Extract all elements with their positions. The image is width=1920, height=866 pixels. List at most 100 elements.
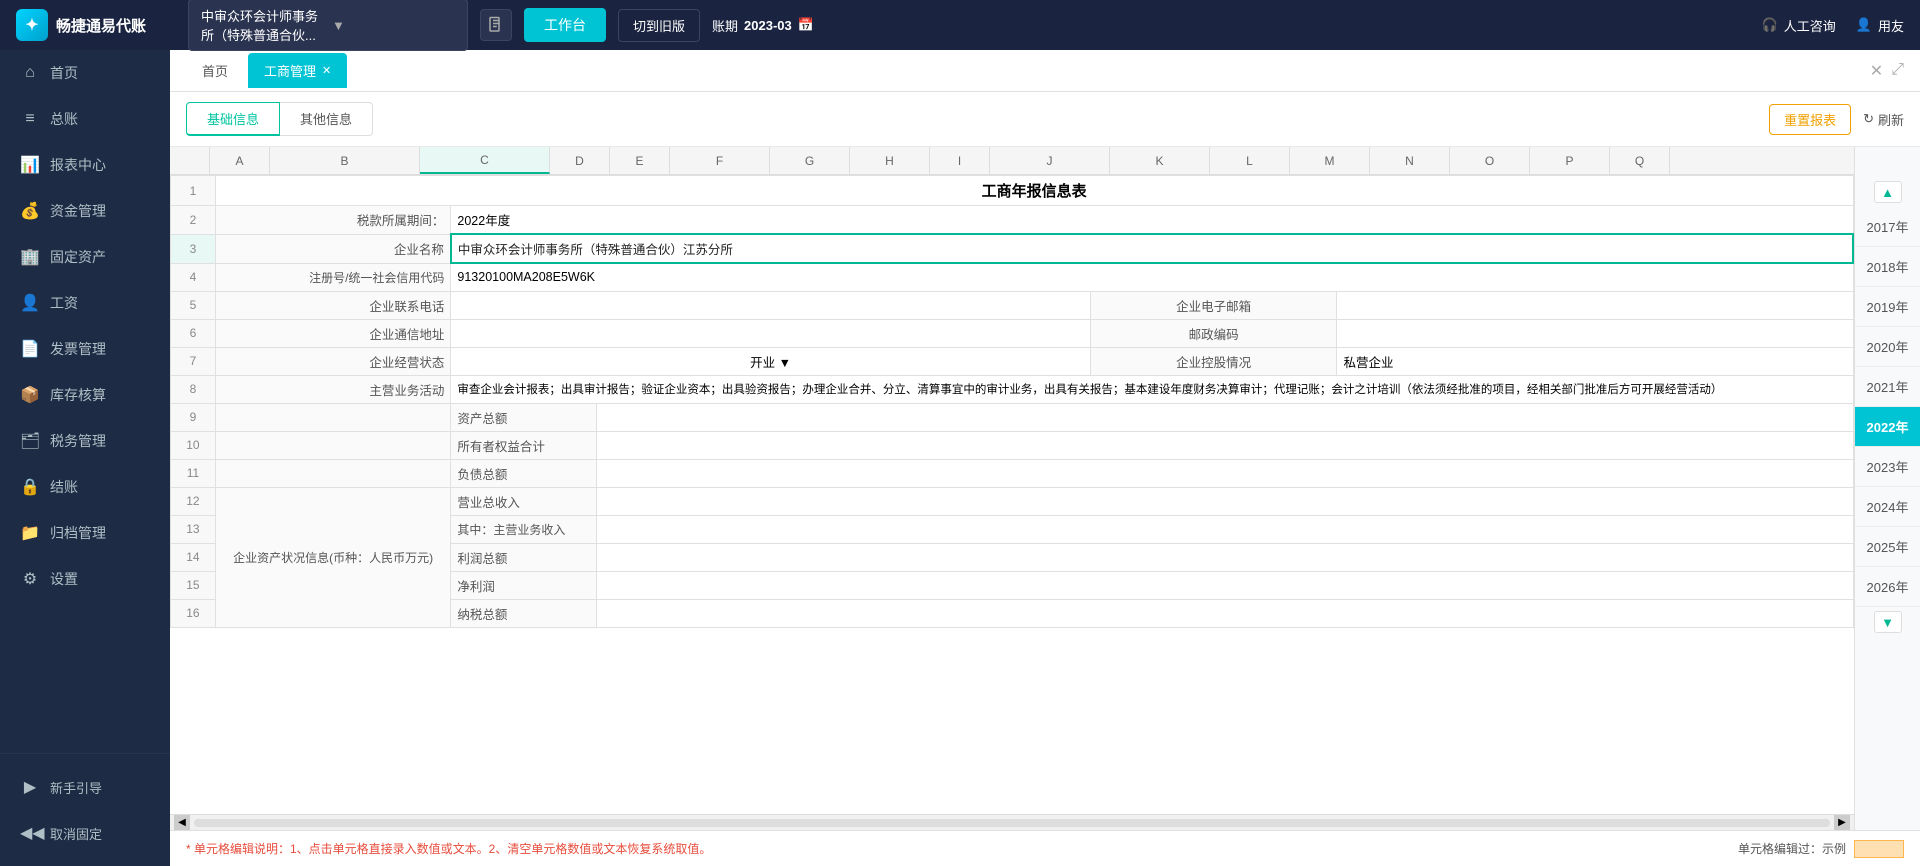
sidebar-label-salary: 工资 <box>50 293 78 313</box>
cell-9-value[interactable] <box>597 403 1853 431</box>
cell-10-value[interactable] <box>597 431 1853 459</box>
app-title: 畅捷通易代账 <box>56 15 146 36</box>
hscroll-left-button[interactable]: ◀ <box>174 815 190 831</box>
year-scroll-up-button[interactable]: ▲ <box>1874 181 1902 203</box>
tab-home[interactable]: 首页 <box>186 53 244 88</box>
tab-close-icon[interactable]: ✕ <box>322 64 331 77</box>
year-item-2023[interactable]: 2023年 <box>1855 447 1920 487</box>
main-layout: ⌂ 首页 ≡ 总账 📊 报表中心 💰 资金管理 🏢 固定资产 👤 工资 <box>0 50 1920 866</box>
cell-11-sub-label: 负债总额 <box>451 459 597 487</box>
year-item-2020[interactable]: 2020年 <box>1855 327 1920 367</box>
cell-5-email[interactable] <box>1337 291 1853 319</box>
col-header-c: C <box>420 147 550 174</box>
cell-3-value[interactable]: 中审众环会计师事务所（特殊普通合伙）江苏分所 <box>451 234 1853 263</box>
year-item-2018[interactable]: 2018年 <box>1855 247 1920 287</box>
row-num-10: 10 <box>171 431 216 459</box>
row-num-1: 1 <box>171 176 216 206</box>
year-item-2022[interactable]: 2022年 <box>1855 407 1920 447</box>
old-version-button[interactable]: 切到旧版 <box>618 9 700 42</box>
year-item-2024[interactable]: 2024年 <box>1855 487 1920 527</box>
sidebar-label-guide: 新手引导 <box>50 778 102 797</box>
cell-2-value[interactable]: 2022年度 <box>451 206 1853 235</box>
year-item-2021[interactable]: 2021年 <box>1855 367 1920 407</box>
sidebar-label-assets: 固定资产 <box>50 247 106 267</box>
cell-12-asset-info-label: 企业资产状况信息(币种：人民币万元) <box>215 487 451 627</box>
reset-report-button[interactable]: 重置报表 <box>1769 104 1851 135</box>
close-month-icon: 🔒 <box>20 477 40 497</box>
sidebar-item-home[interactable]: ⌂ 首页 <box>0 50 170 96</box>
company-name: 中审众环会计师事务所（特殊普通合伙... <box>201 6 324 44</box>
sheet-title-cell[interactable]: 工商年报信息表 <box>215 176 1853 206</box>
refresh-button[interactable]: ↻ 刷新 <box>1863 110 1904 129</box>
tab-close-window-icon[interactable]: ✕ <box>1870 61 1883 81</box>
pin-icon: ◀◀ <box>20 823 40 843</box>
tab-bar: 首页 工商管理 ✕ ✕ ⤢ <box>170 50 1920 92</box>
cell-12-value[interactable] <box>597 487 1853 515</box>
hscroll-right-button[interactable]: ▶ <box>1834 815 1850 831</box>
year-item-2019[interactable]: 2019年 <box>1855 287 1920 327</box>
sidebar-label-pin: 取消固定 <box>50 824 102 843</box>
year-item-2026[interactable]: 2026年 <box>1855 567 1920 607</box>
row-num-16: 16 <box>171 599 216 627</box>
cell-6-zip[interactable] <box>1337 319 1853 347</box>
document-icon[interactable] <box>480 9 512 41</box>
row-num-12: 12 <box>171 487 216 515</box>
finance-icon: 💰 <box>20 201 40 221</box>
sidebar-item-finance[interactable]: 💰 资金管理 <box>0 188 170 234</box>
consult-button[interactable]: 🎧 人工咨询 <box>1762 16 1836 35</box>
sidebar-item-close[interactable]: 🔒 结账 <box>0 464 170 510</box>
sidebar-item-pin[interactable]: ◀◀ 取消固定 <box>0 810 170 856</box>
year-scroll-down-button[interactable]: ▼ <box>1874 611 1902 633</box>
sidebar-item-ledger[interactable]: ≡ 总账 <box>0 96 170 142</box>
sidebar-item-archive[interactable]: 📁 归档管理 <box>0 510 170 556</box>
cell-5-label: 企业联系电话 <box>215 291 451 319</box>
table-row: 5 企业联系电话 企业电子邮箱 <box>171 291 1854 319</box>
cell-4-value[interactable]: 91320100MA208E5W6K <box>451 263 1853 291</box>
cell-5-phone[interactable] <box>451 291 1090 319</box>
company-selector[interactable]: 中审众环会计师事务所（特殊普通合伙... ▼ <box>188 0 468 51</box>
cell-6-addr[interactable] <box>451 319 1090 347</box>
tab-bizreg[interactable]: 工商管理 ✕ <box>248 53 347 88</box>
workbench-button[interactable]: 工作台 <box>524 8 606 42</box>
table-body: 1 工商年报信息表 2 税款所属期间： 2022年度 3 <box>170 175 1854 814</box>
sub-tab-basic[interactable]: 基础信息 <box>186 102 280 136</box>
sidebar-item-assets[interactable]: 🏢 固定资产 <box>0 234 170 280</box>
cell-16-value[interactable] <box>597 599 1853 627</box>
cell-8-business[interactable]: 审查企业会计报表；出具审计报告；验证企业资本；出具验资报告；办理企业合并、分立、… <box>451 375 1853 403</box>
row-num-header-cell <box>170 147 210 174</box>
cell-7-label: 企业经营状态 <box>215 347 451 375</box>
cell-7-status[interactable]: 开业 ▼ <box>451 347 1090 375</box>
cell-6-zip-label: 邮政编码 <box>1090 319 1337 347</box>
sidebar-label-inventory: 库存核算 <box>50 385 106 405</box>
sub-tab-other[interactable]: 其他信息 <box>280 102 373 136</box>
sidebar-item-settings[interactable]: ⚙ 设置 <box>0 556 170 602</box>
tab-maximize-icon[interactable]: ⤢ <box>1891 61 1904 81</box>
cell-13-value[interactable] <box>597 515 1853 543</box>
cell-14-value[interactable] <box>597 543 1853 571</box>
year-panel: ▲ 2017年 2018年 2019年 2020年 2021年 2022年 20… <box>1854 147 1920 830</box>
sidebar-label-home: 首页 <box>50 63 78 83</box>
sidebar: ⌂ 首页 ≡ 总账 📊 报表中心 💰 资金管理 🏢 固定资产 👤 工资 <box>0 50 170 866</box>
sidebar-item-guide[interactable]: ▶ 新手引导 <box>0 764 170 810</box>
page-content: 基础信息 其他信息 重置报表 ↻ 刷新 <box>170 92 1920 866</box>
sidebar-label-tax: 税务管理 <box>50 431 106 451</box>
cell-14-sub-label: 利润总额 <box>451 543 597 571</box>
sidebar-item-report[interactable]: 📊 报表中心 <box>0 142 170 188</box>
year-item-2025[interactable]: 2025年 <box>1855 527 1920 567</box>
sidebar-label-close: 结账 <box>50 477 78 497</box>
sidebar-item-invoice[interactable]: 📄 发票管理 <box>0 326 170 372</box>
sidebar-item-salary[interactable]: 👤 工资 <box>0 280 170 326</box>
cell-11-value[interactable] <box>597 459 1853 487</box>
cell-7-holding[interactable]: 私营企业 <box>1337 347 1853 375</box>
calendar-icon[interactable]: 📅 <box>798 17 814 33</box>
sidebar-item-inventory[interactable]: 📦 库存核算 <box>0 372 170 418</box>
user-menu[interactable]: 👤 用友 <box>1856 16 1904 35</box>
invoice-icon: 📄 <box>20 339 40 359</box>
year-item-2017[interactable]: 2017年 <box>1855 207 1920 247</box>
sidebar-item-tax[interactable]: 🗂 税务管理 <box>0 418 170 464</box>
cell-15-value[interactable] <box>597 571 1853 599</box>
col-header-e: E <box>610 147 670 174</box>
hscroll-track[interactable] <box>194 819 1830 827</box>
tab-controls: ✕ ⤢ <box>1870 61 1904 81</box>
table-row: 3 企业名称 中审众环会计师事务所（特殊普通合伙）江苏分所 <box>171 234 1854 263</box>
